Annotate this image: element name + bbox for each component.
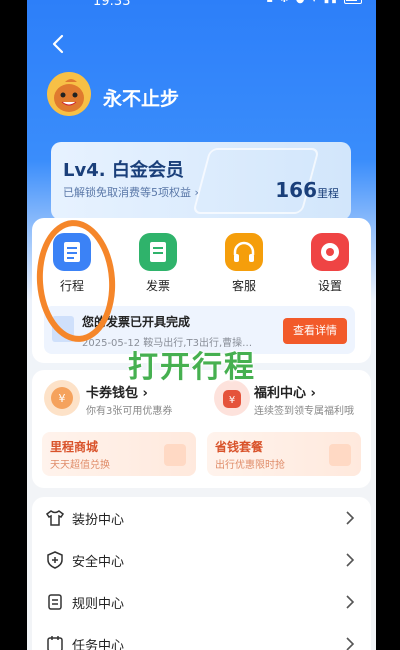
welfare-title: 福利中心	[254, 386, 307, 401]
member-card[interactable]: Lv4. 白金会员 已解锁免取消费等5项权益 › 166里程	[51, 142, 351, 220]
saving-package-card[interactable]: 省钱套餐 出行优惠限时抢	[207, 432, 361, 476]
view-details-button[interactable]: 查看详情	[283, 318, 347, 344]
back-arrow-icon[interactable]	[47, 32, 71, 56]
mileage-mall-card[interactable]: 里程商城 天天超值兑换	[42, 432, 196, 476]
package-sub: 出行优惠限时抢	[215, 460, 285, 471]
menu-item-label: 安全中心	[72, 555, 125, 570]
mascot-icon	[47, 72, 91, 116]
member-benefits-text: 已解锁免取消费等5项权益	[63, 186, 191, 199]
package-title: 省钱套餐	[215, 440, 264, 454]
status-time: 19:33	[93, 0, 131, 9]
shield-plus-icon	[47, 551, 63, 569]
welfare-sub: 连续签到领专属福利哦	[254, 406, 354, 417]
svg-text:¥: ¥	[229, 395, 235, 406]
status-icons: ▪ ✱ ● ▾ ▮▮	[266, 0, 362, 5]
gear-icon	[311, 233, 349, 271]
menu-item-rules[interactable]: 规则中心	[32, 581, 371, 623]
quick-action-support[interactable]: 客服	[214, 233, 274, 294]
wallet-section: ¥ 卡券钱包 › 你有3张可用优惠券 ¥ 福利中心 › 连续签到领专属福利哦 里…	[32, 370, 371, 488]
quick-action-invoice[interactable]: 发票	[128, 233, 188, 294]
chevron-right-icon	[346, 553, 355, 567]
menu-item-tasks[interactable]: 任务中心	[32, 623, 371, 650]
instruction-overlay: 打开行程	[128, 350, 256, 385]
task-calendar-icon	[47, 636, 63, 650]
points: 166里程	[275, 178, 339, 202]
battery-icon	[344, 0, 362, 4]
member-benefits[interactable]: 已解锁免取消费等5项权益 ›	[63, 184, 199, 200]
menu-item-label: 装扮中心	[72, 513, 125, 528]
member-level: Lv4. 白金会员	[63, 160, 184, 181]
menu-item-label: 任务中心	[72, 639, 125, 650]
mall-title: 里程商城	[50, 440, 99, 454]
chevron-right-icon: ›	[194, 186, 199, 199]
coupons-title: 卡券钱包	[86, 386, 139, 401]
menu-item-label: 规则中心	[72, 597, 125, 612]
username: 永不止步	[103, 88, 180, 110]
welfare-center-link[interactable]: 福利中心 ›	[254, 382, 316, 401]
coupon-ticket-icon	[164, 444, 186, 466]
quick-action-label: 设置	[317, 279, 342, 293]
chevron-right-icon	[346, 511, 355, 525]
chevron-right-icon	[346, 637, 355, 650]
gift-box-icon	[329, 444, 351, 466]
quick-action-label: 客服	[231, 279, 256, 293]
mall-sub: 天天超值兑换	[50, 460, 110, 471]
rules-doc-icon	[48, 594, 62, 610]
quick-action-label: 发票	[145, 279, 170, 293]
coupon-coin-icon: ¥	[44, 380, 80, 416]
menu-item-dressup[interactable]: 装扮中心	[32, 497, 371, 539]
shirt-icon	[46, 510, 64, 526]
status-bar: 19:33 ▪ ✱ ● ▾ ▮▮	[27, 0, 376, 12]
svg-text:¥: ¥	[59, 392, 66, 405]
headset-icon	[225, 233, 263, 271]
menu-item-security[interactable]: 安全中心	[32, 539, 371, 581]
quick-action-settings[interactable]: 设置	[300, 233, 360, 294]
points-unit: 里程	[317, 187, 339, 200]
points-value: 166	[275, 178, 317, 202]
avatar[interactable]	[47, 72, 91, 116]
menu-list: 装扮中心 安全中心 规则中心 任务中心	[32, 497, 371, 650]
coupons-sub: 你有3张可用优惠券	[86, 406, 173, 417]
chevron-right-icon	[346, 595, 355, 609]
invoice-icon	[139, 233, 177, 271]
